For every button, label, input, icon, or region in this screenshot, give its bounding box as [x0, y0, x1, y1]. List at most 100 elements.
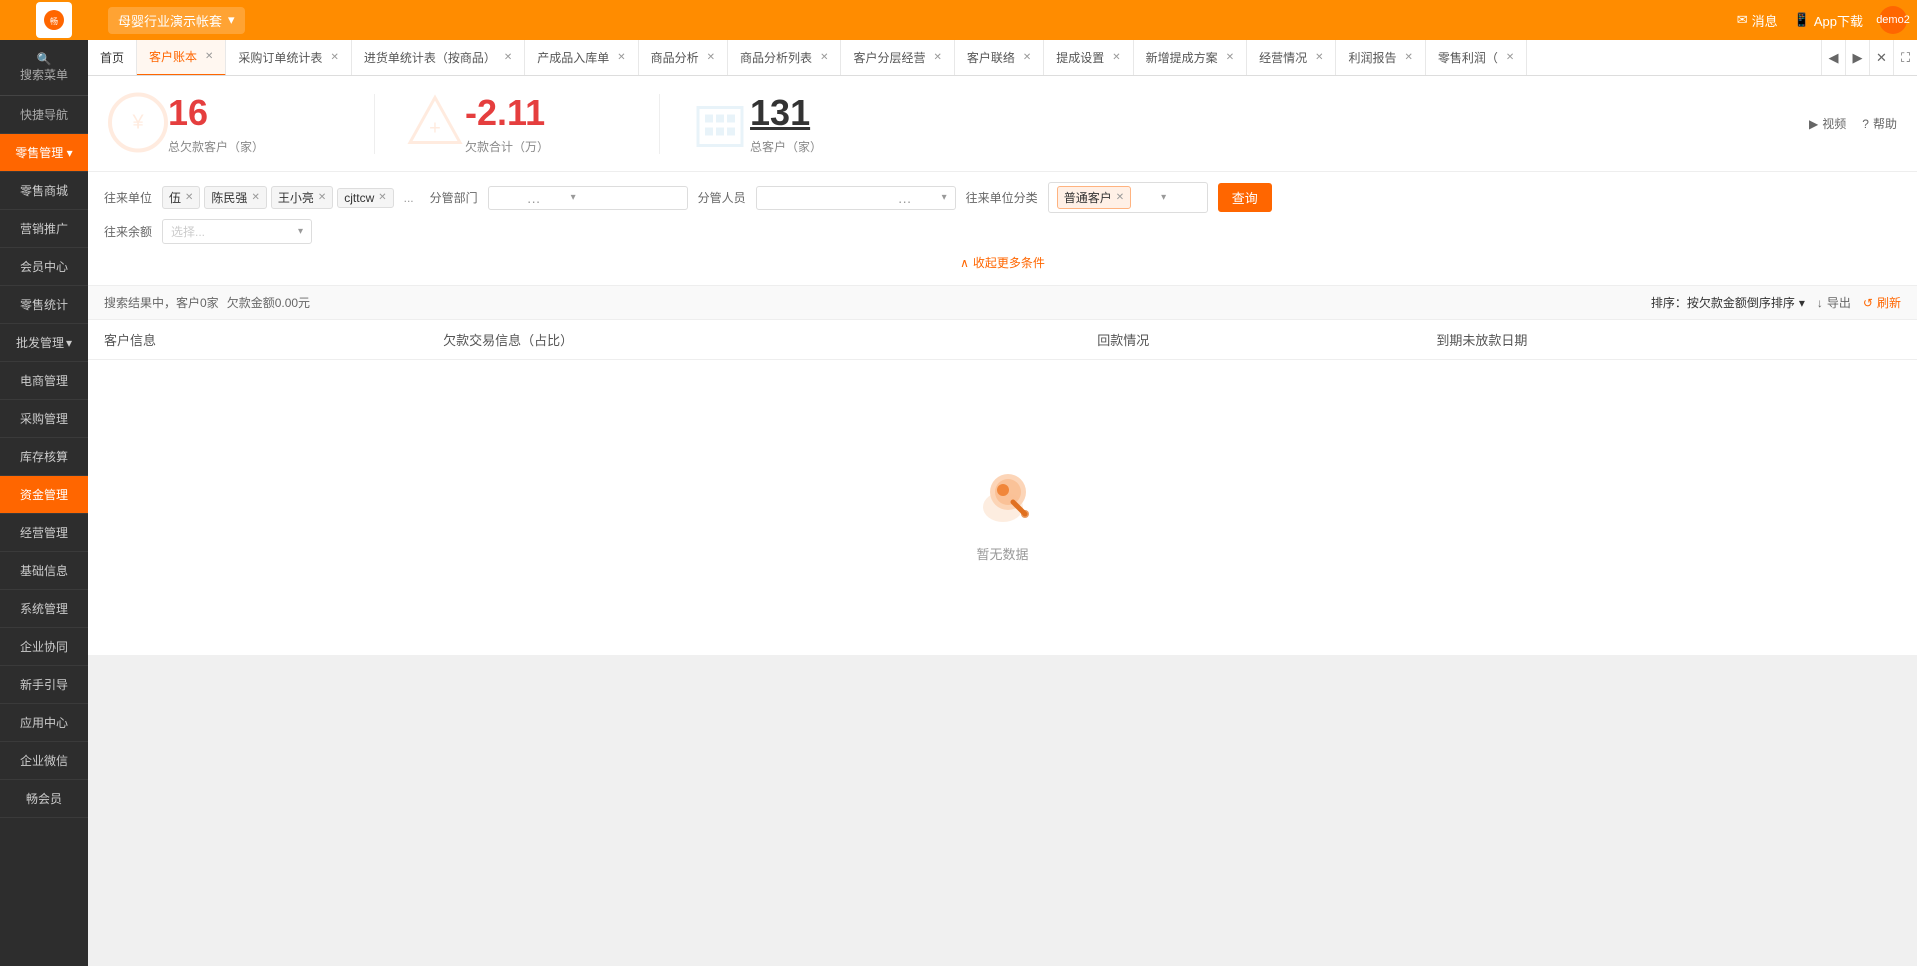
filter-tag-wu[interactable]: 伍 ✕ — [162, 186, 200, 209]
filter-tag-wang[interactable]: 王小亮 ✕ — [271, 186, 333, 209]
user-avatar[interactable]: demo2 — [1879, 6, 1907, 34]
query-button[interactable]: 查询 — [1218, 183, 1272, 212]
sidebar-item-inventory[interactable]: 库存核算 — [0, 438, 88, 476]
unit-category-tag[interactable]: 普通客户 ✕ — [1057, 186, 1131, 209]
sidebar-item-system[interactable]: 系统管理 — [0, 590, 88, 628]
tab-home[interactable]: 首页 — [88, 40, 137, 76]
tab-customer-segment-close[interactable]: ✕ — [933, 52, 941, 63]
stat-customers-icon: ¥ — [108, 92, 168, 155]
sort-select[interactable]: 排序：按欠款金额倒序排序 ▾ — [1651, 294, 1805, 311]
person-select[interactable]: … ▾ — [756, 186, 956, 210]
search-result-label: 搜索结果中，客户0家 — [104, 294, 219, 311]
tabs-next-button[interactable]: ▶ — [1845, 40, 1869, 76]
sidebar-item-enterprise-wechat[interactable]: 企业微信 — [0, 742, 88, 780]
sidebar-item-operations[interactable]: 经营管理 — [0, 514, 88, 552]
person-chevron-icon: ▾ — [942, 192, 947, 203]
sidebar-item-wholesale[interactable]: 批发管理 ▾ — [0, 324, 88, 362]
tab-retail-profit-close[interactable]: ✕ — [1506, 52, 1514, 63]
main-table: 客户信息 欠款交易信息（占比） 回款情况 到期未放款日期 — [88, 320, 1917, 656]
tab-improve-settings[interactable]: 提成设置 ✕ — [1044, 40, 1133, 76]
logo[interactable]: 畅 — [10, 2, 98, 38]
sidebar-item-vip[interactable]: 畅会员 — [0, 780, 88, 818]
tab-customer-contact[interactable]: 客户联络 ✕ — [955, 40, 1044, 76]
tab-goods-analysis-close[interactable]: ✕ — [707, 52, 715, 63]
tab-goods-analysis-list-close[interactable]: ✕ — [820, 52, 828, 63]
tab-stock-stats-close[interactable]: ✕ — [504, 52, 512, 63]
sidebar-item-finance[interactable]: 资金管理 — [0, 476, 88, 514]
person-more-icon[interactable]: … — [898, 190, 912, 206]
sidebar-item-marketing[interactable]: 营销推广 — [0, 210, 88, 248]
sidebar-item-member[interactable]: 会员中心 — [0, 248, 88, 286]
tab-cost-in-close[interactable]: ✕ — [617, 52, 625, 63]
tab-improve-settings-close[interactable]: ✕ — [1112, 52, 1120, 63]
filter-area: 往来单位 伍 ✕ 陈民强 ✕ 王小亮 — [88, 172, 1917, 286]
sidebar-item-retail-stats[interactable]: 零售统计 — [0, 286, 88, 324]
tab-business-status-close[interactable]: ✕ — [1315, 52, 1323, 63]
table-toolbar: 搜索结果中，客户0家 欠款金额0.00元 排序：按欠款金额倒序排序 ▾ ↓ 导出 — [88, 286, 1917, 320]
message-button[interactable]: ✉ 消息 — [1737, 11, 1778, 30]
tab-new-improve[interactable]: 新增提成方案 ✕ — [1134, 40, 1247, 76]
tabs-maximize-button[interactable]: ⛶ — [1893, 40, 1917, 76]
collapse-filters-button[interactable]: ∧ 收起更多条件 — [960, 254, 1045, 271]
filter-tag-wu-close[interactable]: ✕ — [185, 192, 193, 203]
tabs-navigation: ◀ ▶ ✕ ⛶ — [1821, 40, 1917, 76]
sidebar-item-app-center[interactable]: 应用中心 — [0, 704, 88, 742]
tabs-close-all-button[interactable]: ✕ — [1869, 40, 1893, 76]
app-download-button[interactable]: 📱 App下载 — [1794, 11, 1863, 30]
sidebar-item-retail-mall[interactable]: 零售商城 — [0, 172, 88, 210]
sidebar-item-newbie[interactable]: 新手引导 — [0, 666, 88, 704]
tab-new-improve-close[interactable]: ✕ — [1226, 52, 1234, 63]
tab-customer-contact-close[interactable]: ✕ — [1023, 52, 1031, 63]
sidebar-quick-nav[interactable]: 快捷导航 — [0, 96, 88, 134]
stat-building-icon — [690, 92, 750, 155]
tab-purchase-orders-close[interactable]: ✕ — [330, 52, 338, 63]
filter-tags-more[interactable]: ... — [398, 189, 420, 207]
stat-total-customers-value: 131 — [750, 92, 822, 134]
tab-accounts[interactable]: 客户账本 ✕ — [137, 40, 226, 76]
avatar-icon: demo2 — [1879, 6, 1907, 34]
sidebar-search[interactable]: 🔍 搜索菜单 — [0, 40, 88, 96]
tab-profit-report[interactable]: 利润报告 ✕ — [1336, 40, 1425, 76]
help-button[interactable]: ? 帮助 — [1862, 115, 1897, 132]
empty-state-text: 暂无数据 — [976, 544, 1028, 563]
sort-chevron-icon: ▾ — [1799, 296, 1805, 310]
person-filter-label: 分管人员 — [698, 189, 746, 206]
sidebar: 🔍 搜索菜单 快捷导航 零售管理 ▾ 零售商城 营销推广 会员中心 零售统计 — [0, 40, 88, 966]
unit-category-tag-close[interactable]: ✕ — [1116, 192, 1124, 203]
tab-goods-analysis[interactable]: 商品分析 ✕ — [639, 40, 728, 76]
unit-category-select[interactable]: 普通客户 ✕ ▾ — [1048, 182, 1208, 213]
tab-cost-in[interactable]: 产成品入库单 ✕ — [525, 40, 638, 76]
sidebar-item-base-info[interactable]: 基础信息 — [0, 552, 88, 590]
sidebar-item-ecommerce[interactable]: 电商管理 — [0, 362, 88, 400]
refresh-button[interactable]: ↺ 刷新 — [1863, 294, 1901, 311]
workspace-chevron-icon: ▾ — [228, 12, 235, 28]
workspace-selector[interactable]: 母婴行业演示帐套 ▾ — [108, 7, 245, 34]
tab-goods-analysis-list[interactable]: 商品分析列表 ✕ — [728, 40, 841, 76]
tab-customer-segment[interactable]: 客户分层经营 ✕ — [841, 40, 954, 76]
filter-tag-chen[interactable]: 陈民强 ✕ — [204, 186, 266, 209]
stat-total-debt-customers: ¥ 16 总欠款客户（家） — [108, 92, 344, 155]
video-help-button[interactable]: ▶ 视频 — [1809, 115, 1846, 132]
export-button[interactable]: ↓ 导出 — [1817, 294, 1851, 311]
sidebar-item-purchase[interactable]: 采购管理 — [0, 400, 88, 438]
tab-retail-profit[interactable]: 零售利润（ ✕ — [1426, 40, 1527, 76]
tab-business-status[interactable]: 经营情况 ✕ — [1247, 40, 1336, 76]
department-select[interactable]: … ▾ — [488, 186, 688, 210]
sidebar-item-enterprise-coop[interactable]: 企业协同 — [0, 628, 88, 666]
tab-accounts-close[interactable]: ✕ — [205, 51, 213, 62]
sidebar-item-retail[interactable]: 零售管理 ▾ — [0, 134, 88, 172]
chevron-down-icon: ▾ — [66, 336, 72, 350]
logo-icon: 畅 — [36, 2, 72, 38]
tab-purchase-orders[interactable]: 采购订单统计表 ✕ — [226, 40, 351, 76]
tab-profit-report-close[interactable]: ✕ — [1405, 52, 1413, 63]
stat-debt-amount-label: 欠款合计（万） — [465, 138, 549, 155]
filter-tag-wang-close[interactable]: ✕ — [318, 192, 326, 203]
remain-select[interactable]: 选择... ▾ — [162, 219, 312, 244]
filter-tag-cj[interactable]: cjttcw ✕ — [337, 188, 393, 208]
tab-stock-stats[interactable]: 进货单统计表（按商品） ✕ — [352, 40, 525, 76]
filter-tag-chen-close[interactable]: ✕ — [251, 192, 259, 203]
tabs-prev-button[interactable]: ◀ — [1821, 40, 1845, 76]
department-more-icon[interactable]: … — [527, 190, 541, 206]
th-debt-trade: 欠款交易信息（占比） — [427, 320, 1081, 360]
filter-tag-cj-close[interactable]: ✕ — [378, 192, 386, 203]
